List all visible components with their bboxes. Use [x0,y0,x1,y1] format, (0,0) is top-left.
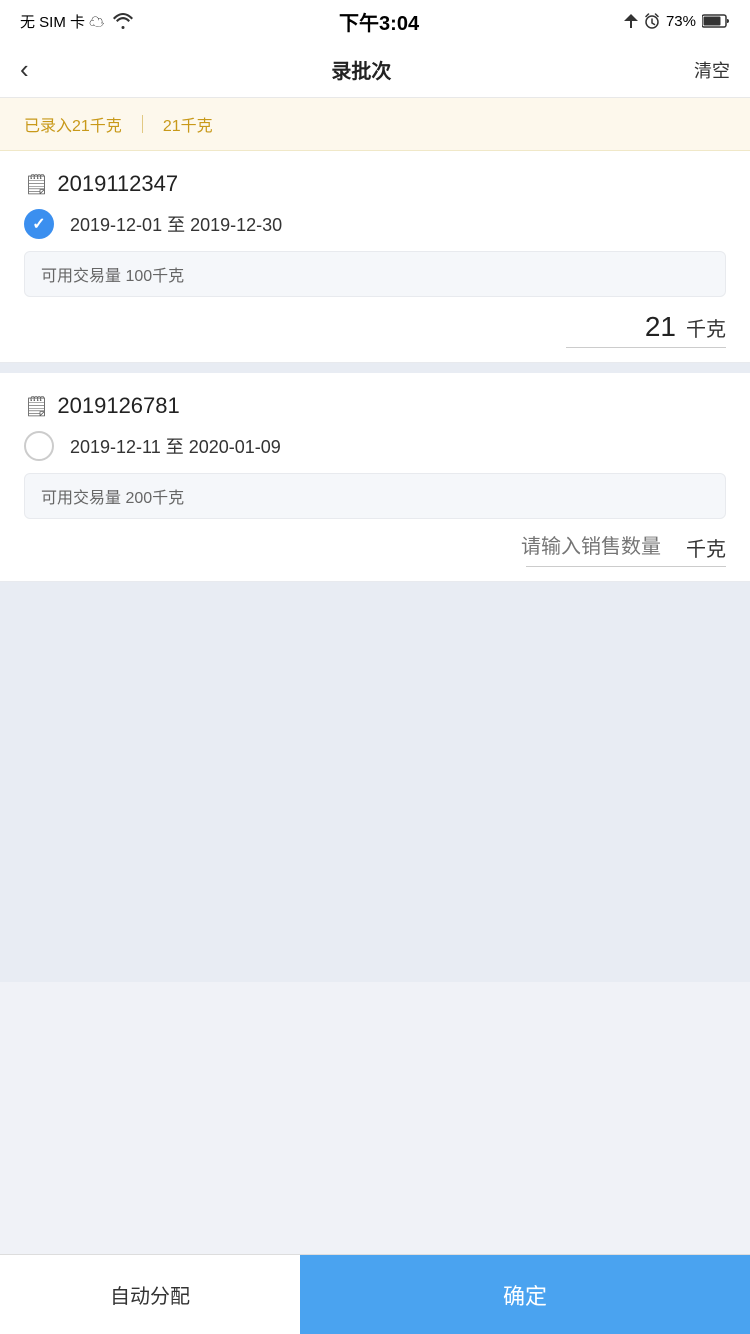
battery-percent: 73% [666,13,696,30]
banner-divider [142,115,143,133]
input-underline [526,566,726,567]
batch1-amount-row: 21 千克 [0,297,750,363]
batch1-row: 2019-12-01 至 2019-12-30 [24,209,726,239]
battery-icon [702,14,730,28]
back-button[interactable]: ‹ [20,54,29,85]
status-right: 73% [624,13,730,30]
batch1-card: 🗒 2019112347 2019-12-01 至 2019-12-30 可用交… [0,151,750,297]
wifi-icon [112,13,134,29]
auto-distribute-button[interactable]: 自动分配 [0,1255,300,1334]
status-left: 无 SIM 卡 ☁ [20,11,134,32]
status-time: 下午3:04 [339,7,419,36]
batch2-icon: 🗒 [24,394,49,419]
batch2-date: 2019-12-11 至 2020-01-09 [70,433,281,459]
batch1-date: 2019-12-01 至 2019-12-30 [70,211,282,237]
recorded-label: 已录入21千克 [24,112,122,136]
nav-bar: ‹ 录批次 清空 [0,42,750,98]
batch1-available: 可用交易量 100千克 [24,251,726,297]
info-banner: 已录入21千克 21千克 [0,98,750,151]
sim-text: 无 SIM 卡 ☁ [20,11,104,32]
location-icon [624,14,638,28]
qty-input[interactable] [426,536,676,559]
batch1-amount-unit: 千克 [686,313,726,342]
status-bar: 无 SIM 卡 ☁ 下午3:04 73% [0,0,750,42]
batch2-unit: 千克 [686,533,726,562]
batch1-checkbox[interactable] [24,209,54,239]
page-title: 录批次 [331,55,391,84]
batch1-amount-value: 21 [645,311,676,343]
batch2-header: 🗒 2019126781 [24,393,726,419]
fill-area [0,582,750,982]
batch1-id: 2019112347 [57,171,178,197]
batch2-input-row[interactable]: 千克 [0,519,750,582]
batch2-checkbox[interactable] [24,431,54,461]
batch1-icon: 🗒 [24,172,49,197]
clear-button[interactable]: 清空 [694,57,730,83]
batch2-row: 2019-12-11 至 2020-01-09 [24,431,726,461]
bottom-bar: 自动分配 确定 [0,1254,750,1334]
alarm-icon [644,13,660,29]
section-divider [0,363,750,373]
batch2-id: 2019126781 [57,393,179,419]
confirm-button[interactable]: 确定 [300,1255,750,1334]
batch2-available: 可用交易量 200千克 [24,473,726,519]
batch2-card: 🗒 2019126781 2019-12-11 至 2020-01-09 可用交… [0,373,750,519]
total-label: 21千克 [163,112,213,136]
amount-underline [566,347,726,348]
batch1-header: 🗒 2019112347 [24,171,726,197]
